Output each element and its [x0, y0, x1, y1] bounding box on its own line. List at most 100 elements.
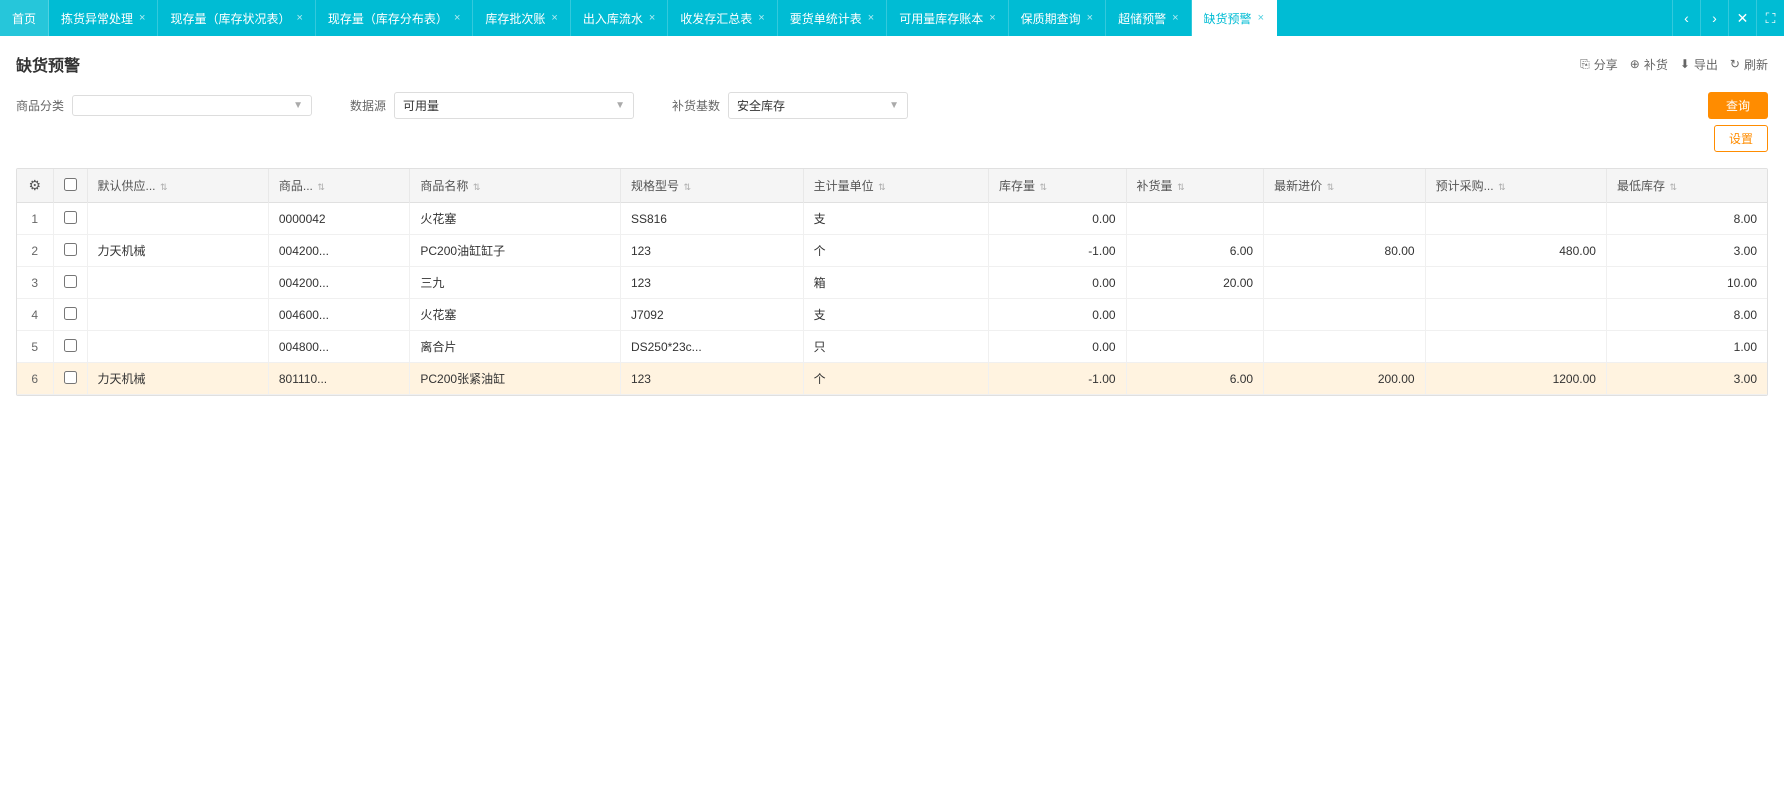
tab-inout-flow[interactable]: 出入库流水× [571, 0, 668, 36]
th-product_code[interactable]: 商品... ⇅ [268, 169, 410, 203]
tab-batch-account[interactable]: 库存批次账 × [473, 0, 570, 36]
settings-button[interactable]: 设置 [1714, 125, 1768, 152]
table-row[interactable]: 5004800...离合片DS250*23c...只0.001.00 [17, 331, 1767, 363]
row-check-2[interactable] [53, 267, 87, 299]
tab-close-stock-status[interactable]: × [296, 12, 302, 24]
row-checkbox-3[interactable] [64, 307, 77, 320]
row-check-1[interactable] [53, 235, 87, 267]
table-row[interactable]: 10000042火花塞SS816支0.008.00 [17, 203, 1767, 235]
row-check-0[interactable] [53, 203, 87, 235]
tab-receive-summary[interactable]: 收发存汇总表× [668, 0, 777, 36]
gear-icon[interactable]: ⚙ [28, 177, 41, 193]
col-label-latest_price: 最新进价 [1274, 179, 1322, 193]
tab-stock-status[interactable]: 现存量（库存状况表）× [158, 0, 315, 36]
table-row[interactable]: 6力天机械801110...PC200张紧油缸123个-1.006.00200.… [17, 363, 1767, 395]
tab-close-stock-dist[interactable]: × [454, 12, 460, 24]
share-button[interactable]: ⎘ 分享 [1580, 56, 1618, 73]
cell-stock-3: 0.00 [988, 299, 1126, 331]
th-settings[interactable]: ⚙ [17, 169, 53, 203]
sort-icon-latest_price[interactable]: ⇅ [1324, 182, 1334, 192]
tab-overstock[interactable]: 超储预警 × [1106, 0, 1191, 36]
sort-icon-product_code[interactable]: ⇅ [315, 182, 325, 192]
tab-close-order-stats[interactable]: × [868, 12, 874, 24]
row-check-5[interactable] [53, 363, 87, 395]
cell-supplier-4 [87, 331, 268, 363]
th-replenish[interactable]: 补货量 ⇅ [1126, 169, 1264, 203]
row-checkbox-0[interactable] [64, 211, 77, 224]
tab-close-expiry-query[interactable]: × [1087, 12, 1093, 24]
cell-supplier-0 [87, 203, 268, 235]
row-checkbox-5[interactable] [64, 371, 77, 384]
main-content: 缺货预警 ⎘ 分享 ⊕ 补货 ⬇ 导出 ↻ 刷新 商品分类 [0, 36, 1784, 796]
th-product_name[interactable]: 商品名称 ⇅ [410, 169, 621, 203]
sort-icon-stock[interactable]: ⇅ [1037, 182, 1047, 192]
row-num-5: 6 [17, 363, 53, 395]
tab-label-order-stats: 要货单统计表 [790, 10, 862, 27]
tab-close-receive-summary[interactable]: × [758, 12, 764, 24]
refresh-button[interactable]: ↻ 刷新 [1730, 56, 1768, 73]
cell-product_code-0: 0000042 [268, 203, 410, 235]
th-est_purchase[interactable]: 预计采购... ⇅ [1425, 169, 1606, 203]
tab-stock-dist[interactable]: 现存量（库存分布表）× [316, 0, 473, 36]
th-unit[interactable]: 主计量单位 ⇅ [803, 169, 988, 203]
cell-unit-5: 个 [803, 363, 988, 395]
tab-shortage[interactable]: 缺货预警× [1192, 0, 1277, 36]
datasource-filter-group: 数据源 可用量 ▼ [350, 92, 634, 119]
query-button[interactable]: 查询 [1708, 92, 1768, 119]
table-header: ⚙ 默认供应... ⇅商品... ⇅商品名称 ⇅规格型号 ⇅主计量单位 ⇅库存量 … [17, 169, 1767, 203]
row-checkbox-4[interactable] [64, 339, 77, 352]
tab-close-shortage[interactable]: × [1258, 12, 1264, 24]
tab-label-batch-account: 库存批次账 [485, 10, 545, 27]
sort-icon-product_name[interactable]: ⇅ [470, 182, 480, 192]
cell-latest_price-4 [1264, 331, 1425, 363]
tab-close-overstock[interactable]: × [1172, 12, 1178, 24]
replenish-basis-select[interactable]: 安全库存 ▼ [728, 92, 908, 119]
cell-product_code-2: 004200... [268, 267, 410, 299]
tab-close-available-ledger[interactable]: × [989, 12, 995, 24]
th-supplier[interactable]: 默认供应... ⇅ [87, 169, 268, 203]
cell-est_purchase-5: 1200.00 [1425, 363, 1606, 395]
th-stock[interactable]: 库存量 ⇅ [988, 169, 1126, 203]
export-button[interactable]: ⬇ 导出 [1680, 56, 1718, 73]
tab-close-button[interactable]: ✕ [1728, 0, 1756, 36]
tab-close-batch-account[interactable]: × [551, 12, 557, 24]
tab-order-stats[interactable]: 要货单统计表 × [778, 0, 887, 36]
tab-abnormal[interactable]: 拣货异常处理× [49, 0, 158, 36]
tab-close-abnormal[interactable]: × [139, 12, 145, 24]
tab-home[interactable]: 首页 [0, 0, 49, 36]
replenish-icon: ⊕ [1630, 57, 1640, 71]
th-min_stock[interactable]: 最低库存 ⇅ [1606, 169, 1767, 203]
row-checkbox-2[interactable] [64, 275, 77, 288]
sort-icon-spec[interactable]: ⇅ [681, 182, 691, 192]
tab-next-button[interactable]: › [1700, 0, 1728, 36]
page-title: 缺货预警 [16, 52, 80, 76]
sort-icon-supplier[interactable]: ⇅ [158, 182, 168, 192]
category-select[interactable]: ▼ [72, 95, 312, 116]
tab-label-available-ledger: 可用量库存账本 [899, 10, 983, 27]
cell-spec-1: 123 [620, 235, 803, 267]
row-checkbox-1[interactable] [64, 243, 77, 256]
row-check-4[interactable] [53, 331, 87, 363]
datasource-select[interactable]: 可用量 ▼ [394, 92, 634, 119]
table-row[interactable]: 3004200...三九123箱0.0020.0010.00 [17, 267, 1767, 299]
row-check-3[interactable] [53, 299, 87, 331]
tab-available-ledger[interactable]: 可用量库存账本 × [887, 0, 1008, 36]
table-row[interactable]: 2力天机械004200...PC200油缸缸子123个-1.006.0080.0… [17, 235, 1767, 267]
tab-close-inout-flow[interactable]: × [649, 12, 655, 24]
replenish-button[interactable]: ⊕ 补货 [1630, 56, 1668, 73]
sort-icon-replenish[interactable]: ⇅ [1175, 182, 1185, 192]
cell-min_stock-5: 3.00 [1606, 363, 1767, 395]
sort-icon-unit[interactable]: ⇅ [876, 182, 886, 192]
tab-prev-button[interactable]: ‹ [1672, 0, 1700, 36]
table-row[interactable]: 4004600...火花塞J7092支0.008.00 [17, 299, 1767, 331]
tab-fullscreen-button[interactable]: ⛶ [1756, 0, 1784, 36]
datasource-label: 数据源 [350, 97, 386, 114]
select-all-checkbox[interactable] [64, 178, 77, 191]
tab-expiry-query[interactable]: 保质期查询× [1009, 0, 1106, 36]
sort-icon-est_purchase[interactable]: ⇅ [1496, 182, 1506, 192]
sort-icon-min_stock[interactable]: ⇅ [1667, 182, 1677, 192]
th-spec[interactable]: 规格型号 ⇅ [620, 169, 803, 203]
tab-label-overstock: 超储预警 [1118, 10, 1166, 27]
th-latest_price[interactable]: 最新进价 ⇅ [1264, 169, 1425, 203]
cell-product_code-3: 004600... [268, 299, 410, 331]
